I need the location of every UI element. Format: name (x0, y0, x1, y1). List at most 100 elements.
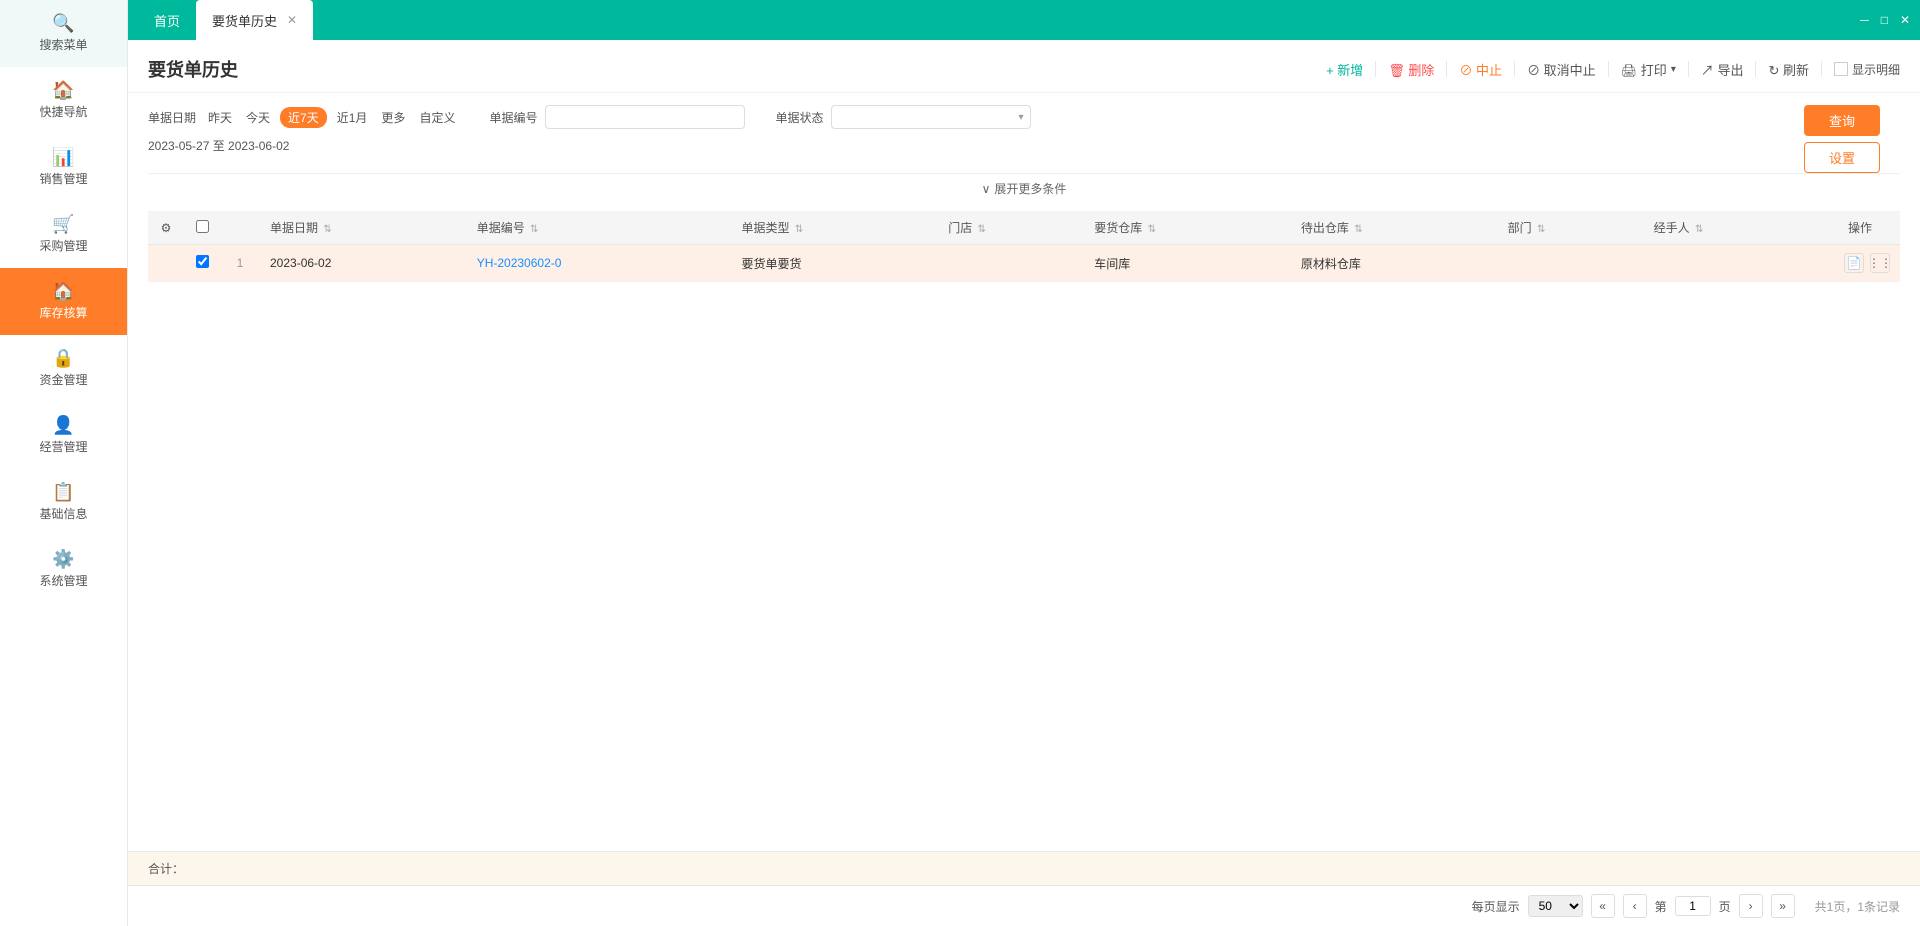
settings-col-header[interactable]: ⚙ (148, 211, 184, 245)
store-col-header[interactable]: 门店 ⇅ (938, 211, 1084, 245)
toolbar: + 新增 🗑 删除 ⊘ 中止 ⊘ 取消中止 🖨 打印 ▾ (1326, 60, 1900, 79)
stop-button[interactable]: ⊘ 中止 (1459, 60, 1502, 79)
filter-row-1: 单据日期 昨天 今天 近7天 近1月 更多 自定义 (148, 105, 1804, 129)
table-container: ⚙ 单据日期 ⇅ 单据编号 ⇅ (128, 211, 1920, 851)
dept-col-header[interactable]: 部门 ⇅ (1498, 211, 1644, 245)
window-close-button[interactable]: ✕ (1900, 13, 1910, 27)
expand-label: 展开更多条件 (994, 180, 1066, 197)
user-icon: 👤 (52, 416, 74, 434)
sidebar-item-label: 销售管理 (39, 170, 87, 187)
pending-warehouse-col-header[interactable]: 待出仓库 ⇅ (1291, 211, 1498, 245)
sidebar-item-basic-info[interactable]: 📋 基础信息 (0, 469, 127, 536)
doc-status-select[interactable] (831, 105, 1031, 129)
doc-date-col-header[interactable]: 单据日期 ⇅ (260, 211, 467, 245)
search-icon: 🔍 (52, 14, 74, 32)
sidebar-item-label: 系统管理 (39, 572, 87, 589)
select-all-checkbox[interactable] (196, 220, 209, 233)
table-row[interactable]: 1 2023-06-02 YH-20230602-0 要货单要货 (148, 245, 1900, 282)
date-more[interactable]: 更多 (377, 107, 409, 128)
next-page-button[interactable]: › (1739, 894, 1763, 918)
display-cell-checkbox[interactable] (1834, 62, 1848, 76)
page-size-label: 每页显示 (1472, 898, 1520, 915)
chart-icon: 📊 (52, 148, 74, 166)
row-checkbox[interactable] (196, 255, 209, 268)
doc-no-link[interactable]: YH-20230602-0 (477, 256, 562, 270)
edit-icon: 📄 (1847, 256, 1862, 270)
window-minimize-button[interactable]: ─ (1860, 13, 1869, 27)
date-7days[interactable]: 近7天 (280, 107, 327, 128)
sort-icon: ⇅ (1537, 224, 1545, 235)
tab-requisition-history[interactable]: 要货单历史 ✕ (196, 0, 313, 40)
sidebar-item-sales-mgmt[interactable]: 📊 销售管理 (0, 134, 127, 201)
sort-icon: ⇅ (1148, 224, 1156, 235)
row-more-icon[interactable]: ⋮⋮ (1870, 253, 1890, 273)
sidebar-item-label: 采购管理 (39, 237, 87, 254)
refresh-button[interactable]: ↻ 刷新 (1768, 60, 1809, 79)
doc-status-label: 单据状态 (775, 109, 823, 126)
sidebar-item-purchase-mgmt[interactable]: 🛒 采购管理 (0, 201, 127, 268)
page-total-label: 页 (1719, 898, 1731, 915)
sidebar-item-operations-mgmt[interactable]: 👤 经营管理 (0, 402, 127, 469)
divider (1446, 61, 1447, 77)
row-settings-cell (148, 245, 184, 282)
expand-more-row[interactable]: ∨ 展开更多条件 (148, 173, 1900, 203)
delete-button[interactable]: 🗑 删除 (1388, 60, 1434, 79)
refresh-label: ↻ 刷新 (1768, 60, 1809, 79)
row-checkbox-cell[interactable] (184, 245, 220, 282)
doc-no-filter-group: 单据编号 (489, 105, 745, 129)
sidebar-item-finance-mgmt[interactable]: 🔒 资金管理 (0, 335, 127, 402)
table-header: ⚙ 单据日期 ⇅ 单据编号 ⇅ (148, 211, 1900, 245)
export-button[interactable]: ↗ 导出 (1701, 60, 1744, 79)
date-custom[interactable]: 自定义 (415, 107, 459, 128)
row-handler-cell (1644, 245, 1820, 282)
sidebar-item-inventory[interactable]: 🏠 库存核算 (0, 268, 127, 335)
action-buttons: 查询 设置 (1804, 105, 1900, 173)
req-warehouse-col-header[interactable]: 要货仓库 ⇅ (1084, 211, 1291, 245)
date-today[interactable]: 今天 (242, 107, 274, 128)
handler-col-header[interactable]: 经手人 ⇅ (1644, 211, 1820, 245)
sidebar-item-search-menu[interactable]: 🔍 搜索菜单 (0, 0, 127, 67)
window-maximize-button[interactable]: □ (1881, 13, 1888, 27)
row-doc-no-cell[interactable]: YH-20230602-0 (467, 245, 732, 282)
doc-no-input[interactable] (545, 105, 745, 129)
num-col-header (220, 211, 260, 245)
data-table: ⚙ 单据日期 ⇅ 单据编号 ⇅ (148, 211, 1900, 282)
date-shortcuts: 昨天 今天 近7天 近1月 更多 自定义 (204, 107, 459, 128)
cancel-stop-button[interactable]: ⊘ 取消中止 (1527, 60, 1596, 79)
page-size-select[interactable]: 10 20 50 100 (1528, 895, 1583, 917)
row-req-warehouse-cell: 车间库 (1084, 245, 1291, 282)
date-yesterday[interactable]: 昨天 (204, 107, 236, 128)
checkbox-col-header[interactable] (184, 211, 220, 245)
date-filter-group: 单据日期 昨天 今天 近7天 近1月 更多 自定义 (148, 107, 459, 128)
settings-button[interactable]: 设置 (1804, 142, 1880, 173)
page-number-input[interactable] (1675, 896, 1711, 916)
prev-page-button[interactable]: ‹ (1623, 894, 1647, 918)
query-button[interactable]: 查询 (1804, 105, 1880, 136)
sidebar-item-quick-nav[interactable]: 🏠 快捷导航 (0, 67, 127, 134)
row-edit-icon[interactable]: 📄 (1844, 253, 1864, 273)
sort-icon: ⇅ (323, 224, 331, 235)
add-button[interactable]: + 新增 (1326, 60, 1363, 79)
table-body: 1 2023-06-02 YH-20230602-0 要货单要货 (148, 245, 1900, 282)
filter-main-row: 单据日期 昨天 今天 近7天 近1月 更多 自定义 (148, 105, 1900, 173)
first-page-button[interactable]: « (1591, 894, 1615, 918)
sidebar-item-system-mgmt[interactable]: ⚙️ 系统管理 (0, 536, 127, 603)
doc-no-col-header[interactable]: 单据编号 ⇅ (467, 211, 732, 245)
last-page-button[interactable]: » (1771, 894, 1795, 918)
tab-home[interactable]: 首页 (138, 0, 196, 40)
chevron-down-icon: ∨ (982, 182, 991, 196)
tab-close-icon[interactable]: ✕ (287, 13, 297, 27)
display-cell-button[interactable]: 显示明细 (1834, 61, 1900, 78)
print-button[interactable]: 🖨 打印 ▾ (1621, 60, 1676, 79)
sidebar-item-label: 基础信息 (39, 505, 87, 522)
filter-section: 单据日期 昨天 今天 近7天 近1月 更多 自定义 (128, 93, 1920, 203)
cancel-stop-label: ⊘ 取消中止 (1527, 60, 1596, 79)
sidebar-item-label: 快捷导航 (39, 103, 87, 120)
minimize-icon: ─ (1860, 13, 1869, 27)
close-icon: ✕ (1900, 13, 1910, 27)
date-filter-label: 单据日期 (148, 109, 196, 126)
maximize-icon: □ (1881, 13, 1888, 27)
doc-type-col-header[interactable]: 单据类型 ⇅ (732, 211, 939, 245)
divider (1688, 61, 1689, 77)
date-1month[interactable]: 近1月 (333, 107, 372, 128)
